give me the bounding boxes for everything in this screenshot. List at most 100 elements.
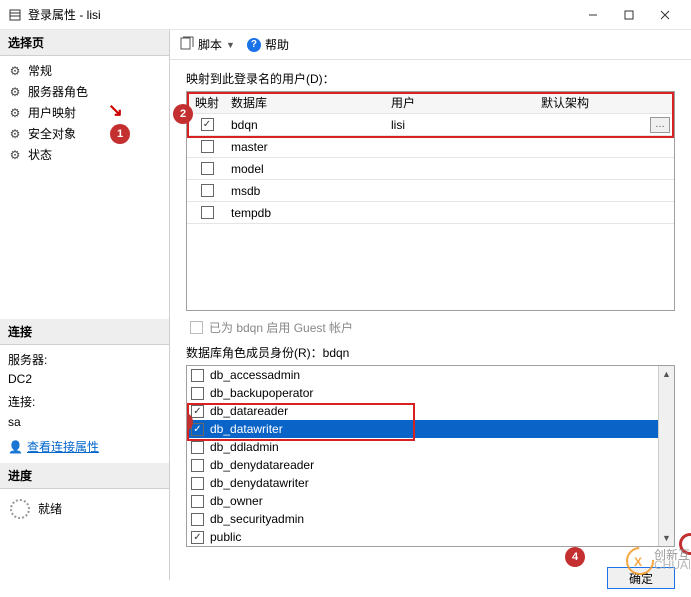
- conn-value: sa: [8, 413, 161, 432]
- mapped-users-label: 映射到此登录名的用户(D)：: [186, 70, 675, 87]
- role-row[interactable]: db_owner: [187, 492, 674, 510]
- progress-heading: 进度: [0, 463, 169, 489]
- wrench-icon: ⚙: [8, 127, 22, 141]
- server-label: 服务器:: [8, 351, 161, 370]
- app-icon: [8, 8, 22, 22]
- role-row[interactable]: public: [187, 528, 674, 546]
- role-checkbox[interactable]: [191, 423, 204, 436]
- map-checkbox[interactable]: [201, 162, 214, 175]
- server-value: DC2: [8, 370, 161, 389]
- col-db-header: 数据库: [227, 94, 387, 111]
- left-panel: 选择页 ⚙ 常规 ⚙ 服务器角色 ⚙ 用户映射 ↘ ⚙ 安全对象 ⚙ 状态: [0, 30, 170, 580]
- role-row[interactable]: db_datareader: [187, 402, 674, 420]
- nav-label: 用户映射: [28, 104, 76, 121]
- ok-button[interactable]: 确定: [607, 567, 675, 589]
- annotation-badge-4: 4: [565, 547, 585, 567]
- scroll-up-icon[interactable]: ▲: [659, 366, 675, 382]
- role-name: db_denydatawriter: [210, 476, 309, 490]
- grid-row[interactable]: bdqn lisi …: [187, 114, 674, 136]
- browse-schema-button[interactable]: …: [650, 117, 670, 133]
- right-panel: 脚本 ▼ ? 帮助 映射到此登录名的用户(D)： 2 映射 数据库 用户 默认架…: [170, 30, 691, 580]
- map-checkbox[interactable]: [201, 140, 214, 153]
- connection-heading: 连接: [0, 319, 169, 345]
- nav-securables[interactable]: ⚙ 安全对象: [0, 123, 169, 144]
- cell-schema: …: [537, 117, 674, 133]
- nav-label: 安全对象: [28, 125, 76, 142]
- role-checkbox[interactable]: [191, 477, 204, 490]
- role-row[interactable]: db_backupoperator: [187, 384, 674, 402]
- toolbar-script-label: 脚本: [198, 36, 222, 53]
- spinner-icon: [10, 499, 30, 519]
- nav-general[interactable]: ⚙ 常规: [0, 60, 169, 81]
- annotation-arrow-icon: ↘: [108, 100, 123, 121]
- titlebar: 登录属性 - lisi: [0, 0, 691, 30]
- map-checkbox[interactable]: [201, 184, 214, 197]
- nav-label: 常规: [28, 62, 52, 79]
- role-checkbox[interactable]: [191, 387, 204, 400]
- ready-label: 就绪: [38, 500, 62, 517]
- grid-row[interactable]: master: [187, 136, 674, 158]
- cell-user: lisi: [387, 118, 537, 132]
- select-page-heading: 选择页: [0, 30, 169, 56]
- role-row[interactable]: db_securityadmin: [187, 510, 674, 528]
- role-row[interactable]: db_denydatawriter: [187, 474, 674, 492]
- guest-checkbox: [190, 321, 203, 334]
- cell-db: master: [227, 140, 387, 154]
- cell-db: model: [227, 162, 387, 176]
- maximize-button[interactable]: [611, 1, 647, 29]
- dropdown-icon: ▼: [226, 40, 235, 50]
- help-button[interactable]: ? 帮助: [247, 36, 289, 53]
- nav-status[interactable]: ⚙ 状态: [0, 144, 169, 165]
- grid-row[interactable]: tempdb: [187, 202, 674, 224]
- guest-label: 已为 bdqn 启用 Guest 帐户: [209, 319, 353, 336]
- role-membership-label: 数据库角色成员身份(R)：bdqn: [186, 344, 675, 361]
- role-checkbox[interactable]: [191, 513, 204, 526]
- nav-label: 状态: [28, 146, 52, 163]
- script-dropdown[interactable]: 脚本 ▼: [180, 36, 235, 53]
- mapping-grid[interactable]: 2 映射 数据库 用户 默认架构 bdqn lisi …: [186, 91, 675, 311]
- role-name: db_owner: [210, 494, 263, 508]
- annotation-badge-1: 1: [110, 124, 130, 144]
- map-checkbox[interactable]: [201, 206, 214, 219]
- nav-label: 服务器角色: [28, 83, 88, 100]
- grid-header: 映射 数据库 用户 默认架构: [187, 92, 674, 114]
- role-name: public: [210, 530, 241, 544]
- role-row[interactable]: db_denydatareader: [187, 456, 674, 474]
- role-checkbox[interactable]: [191, 531, 204, 544]
- col-map-header: 映射: [187, 94, 227, 111]
- wrench-icon: ⚙: [8, 148, 22, 162]
- nav-user-mapping[interactable]: ⚙ 用户映射 ↘: [0, 102, 169, 123]
- col-user-header: 用户: [387, 94, 537, 111]
- role-name: db_denydatareader: [210, 458, 314, 472]
- map-checkbox[interactable]: [201, 118, 214, 131]
- wrench-icon: ⚙: [8, 85, 22, 99]
- role-row[interactable]: db_datawriter: [187, 420, 674, 438]
- wrench-icon: ⚙: [8, 106, 22, 120]
- role-row[interactable]: db_accessadmin: [187, 366, 674, 384]
- annotation-badge-2: 2: [173, 104, 193, 124]
- toolbar-help-label: 帮助: [265, 36, 289, 53]
- window-title: 登录属性 - lisi: [28, 6, 101, 23]
- role-name: db_accessadmin: [210, 368, 300, 382]
- scroll-down-icon[interactable]: ▼: [659, 530, 675, 546]
- view-conn-props-link[interactable]: 查看连接属性: [27, 438, 99, 457]
- role-list[interactable]: 3 db_accessadmin db_backupoperator db_da…: [186, 365, 675, 547]
- grid-row[interactable]: model: [187, 158, 674, 180]
- role-checkbox[interactable]: [191, 369, 204, 382]
- role-checkbox[interactable]: [191, 459, 204, 472]
- role-checkbox[interactable]: [191, 405, 204, 418]
- nav-server-roles[interactable]: ⚙ 服务器角色: [0, 81, 169, 102]
- wrench-icon: ⚙: [8, 64, 22, 78]
- scrollbar[interactable]: ▲ ▼: [658, 366, 674, 546]
- cell-db: tempdb: [227, 206, 387, 220]
- conn-props-icon: 👤: [8, 438, 23, 457]
- grid-row[interactable]: msdb: [187, 180, 674, 202]
- cell-db: msdb: [227, 184, 387, 198]
- role-checkbox[interactable]: [191, 495, 204, 508]
- close-button[interactable]: [647, 1, 683, 29]
- role-name: db_datareader: [210, 404, 288, 418]
- minimize-button[interactable]: [575, 1, 611, 29]
- role-row[interactable]: db_ddladmin: [187, 438, 674, 456]
- role-checkbox[interactable]: [191, 441, 204, 454]
- cell-db: bdqn: [227, 118, 387, 132]
